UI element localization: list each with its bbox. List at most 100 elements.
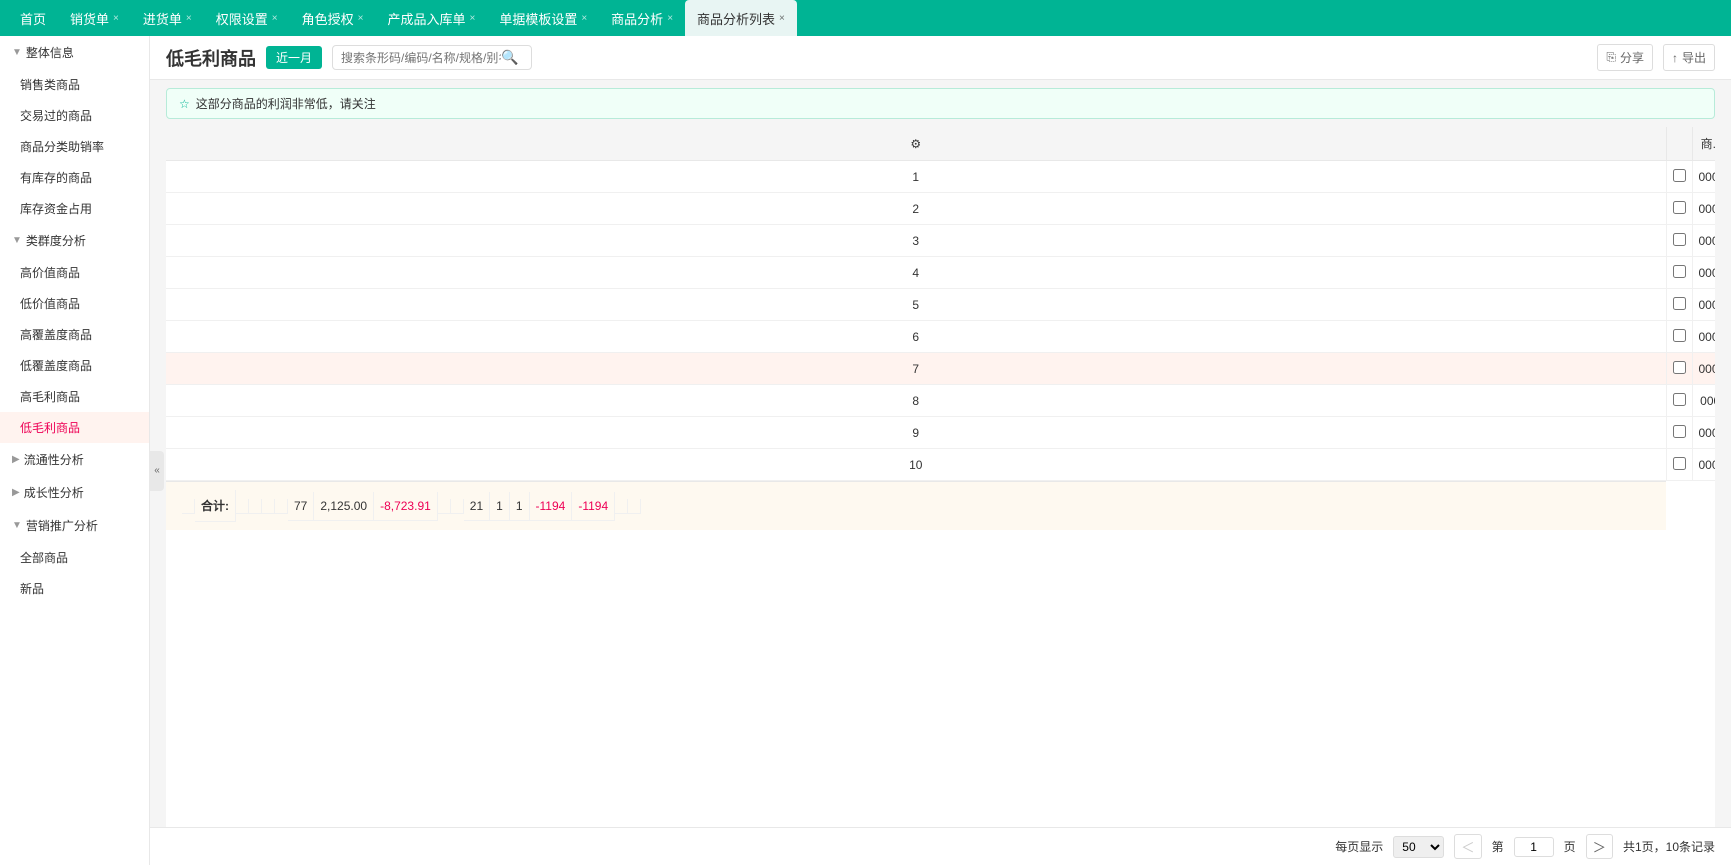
col-header-checkbox [1666,127,1692,161]
footer-cell-5 [275,499,288,514]
footer-cell-14: -1194 [530,492,573,521]
row-checkbox[interactable] [1666,321,1692,353]
nav-item-商品分析[interactable]: 商品分析× [599,0,685,36]
search-input[interactable] [341,51,501,65]
row-checkbox[interactable] [1666,417,1692,449]
table-row: 20000...吴细细1参加复试个30300.00300.00100%1.49%… [166,193,1715,225]
row-num: 2 [166,193,1666,225]
sidebar-collapse-button[interactable]: « [150,451,164,491]
row-num: 1 [166,161,1666,193]
footer-cell-10 [451,499,464,514]
close-icon[interactable]: × [469,13,475,24]
sidebar-item-全部商品[interactable]: 全部商品 [0,542,149,573]
sidebar-item-低覆盖度商品[interactable]: 低覆盖度商品 [0,350,149,381]
sidebar-item-高毛利商品[interactable]: 高毛利商品 [0,381,149,412]
sidebar-group-类群度分析[interactable]: ▼ 类群度分析 [0,224,149,257]
pagination: 每页显示 50 100 200 ＜ 第 页 ＞ 共1页，10条记录 [150,827,1731,865]
nav-item-角色授权[interactable]: 角色授权× [290,0,376,36]
share-label: 分享 [1620,49,1644,66]
sidebar-group-营销推广分析[interactable]: ▼ 营销推广分析 [0,509,149,542]
arrow-icon: ▼ [12,235,22,246]
nav-item-单据模板设置[interactable]: 单据模板设置× [487,0,599,36]
close-icon[interactable]: × [581,13,587,24]
row-checkbox[interactable] [1666,385,1692,417]
prev-page-button[interactable]: ＜ [1454,834,1481,859]
table-header-row: ⚙商...⇅商品名称⇅规格...⇅计量...⇅销售...⇅销售...⇅销售...… [166,127,1715,161]
page-title: 低毛利商品 [166,45,256,71]
per-page-label: 每页显示 [1335,838,1383,855]
data-table-container: ⚙商...⇅商品名称⇅规格...⇅计量...⇅销售...⇅销售...⇅销售...… [166,127,1715,827]
row-checkbox[interactable] [1666,193,1692,225]
sidebar-item-交易过的商品[interactable]: 交易过的商品 [0,100,149,131]
sidebar-item-销售类商品[interactable]: 销售类商品 [0,69,149,100]
row-checkbox[interactable] [1666,449,1692,481]
footer-cell-2 [236,499,249,514]
page-unit: 页 [1564,838,1576,855]
row-code: 0000... [1692,257,1715,289]
close-icon[interactable]: × [358,13,364,24]
main-content: 低毛利商品 近一月 🔍 ⎘ 分享 ↑ 导出 ☆ 这部分商品的利润非常低，请关注 [150,36,1731,865]
row-checkbox[interactable] [1666,353,1692,385]
data-table: ⚙商...⇅商品名称⇅规格...⇅计量...⇅销售...⇅销售...⇅销售...… [166,127,1715,530]
table-row: 60000...鼠标1个3120.0090.0075%1.49%300-106-… [166,321,1715,353]
per-page-select[interactable]: 50 100 200 [1393,836,1444,858]
sidebar-item-商品分类助销率[interactable]: 商品分类助销率 [0,131,149,162]
page-header: 低毛利商品 近一月 🔍 ⎘ 分享 ↑ 导出 [150,36,1731,80]
close-icon[interactable]: × [113,13,119,24]
row-num: 9 [166,417,1666,449]
row-code: 0000... [1692,161,1715,193]
row-num: 5 [166,289,1666,321]
export-icon: ↑ [1672,51,1678,65]
row-checkbox[interactable] [1666,257,1692,289]
main-layout: ▼ 整体信息销售类商品交易过的商品商品分类助销率有库存的商品库存资金占用▼ 类群… [0,36,1731,865]
export-button[interactable]: ↑ 导出 [1663,44,1715,71]
row-checkbox[interactable] [1666,161,1692,193]
footer-cell-3 [249,499,262,514]
close-icon[interactable]: × [667,13,673,24]
share-button[interactable]: ⎘ 分享 [1597,44,1653,71]
row-num: 10 [166,449,1666,481]
search-icon[interactable]: 🔍 [501,49,518,66]
col-header-code[interactable]: 商...⇅ [1692,127,1715,161]
footer-cell-8: -8,723.91 [374,492,438,521]
sidebar-item-低价值商品[interactable]: 低价值商品 [0,288,149,319]
nav-item-商品分析列表[interactable]: 商品分析列表× [685,0,797,36]
sidebar-group-流通性分析[interactable]: ▶ 流通性分析 [0,443,149,476]
page-number-input[interactable] [1514,837,1554,857]
nav-item-产成品入库单[interactable]: 产成品入库单× [375,0,487,36]
row-num: 4 [166,257,1666,289]
row-checkbox[interactable] [1666,225,1692,257]
table-row: 30000...电话机个3210.00210.00100%1.49%300-24… [166,225,1715,257]
close-icon[interactable]: × [779,13,785,24]
sidebar-item-高覆盖度商品[interactable]: 高覆盖度商品 [0,319,149,350]
next-page-button[interactable]: ＞ [1586,834,1613,859]
footer-cell-6: 77 [288,492,314,521]
alert-icon: ☆ [179,97,190,111]
nav-item-首页[interactable]: 首页 [8,0,58,36]
table-footer-row: 合计:772,125.00-8,723.912111-1194-1194 [166,481,1666,530]
row-code: 0000... [1692,193,1715,225]
footer-cell-17 [628,499,641,514]
time-filter-button[interactable]: 近一月 [266,46,322,69]
sidebar-group-成长性分析[interactable]: ▶ 成长性分析 [0,476,149,509]
sidebar-item-新品[interactable]: 新品 [0,573,149,604]
nav-item-权限设置[interactable]: 权限设置× [204,0,290,36]
footer-cell-13: 1 [510,492,530,521]
footer-cell-12: 1 [490,492,510,521]
footer-cell-16 [615,499,628,514]
footer-cell-1: 合计: [195,490,236,522]
arrow-icon: ▶ [12,487,20,498]
nav-item-进货单[interactable]: 进货单× [131,0,204,36]
close-icon[interactable]: × [186,13,192,24]
search-box: 🔍 [332,45,532,70]
footer-cell-4 [262,499,275,514]
sidebar-group-整体信息[interactable]: ▼ 整体信息 [0,36,149,69]
nav-item-销货单[interactable]: 销货单× [58,0,131,36]
sidebar-item-高价值商品[interactable]: 高价值商品 [0,257,149,288]
total-info: 共1页，10条记录 [1623,838,1715,855]
sidebar-item-有库存的商品[interactable]: 有库存的商品 [0,162,149,193]
close-icon[interactable]: × [272,13,278,24]
sidebar-item-库存资金占用[interactable]: 库存资金占用 [0,193,149,224]
sidebar-item-低毛利商品[interactable]: 低毛利商品 [0,412,149,443]
row-checkbox[interactable] [1666,289,1692,321]
